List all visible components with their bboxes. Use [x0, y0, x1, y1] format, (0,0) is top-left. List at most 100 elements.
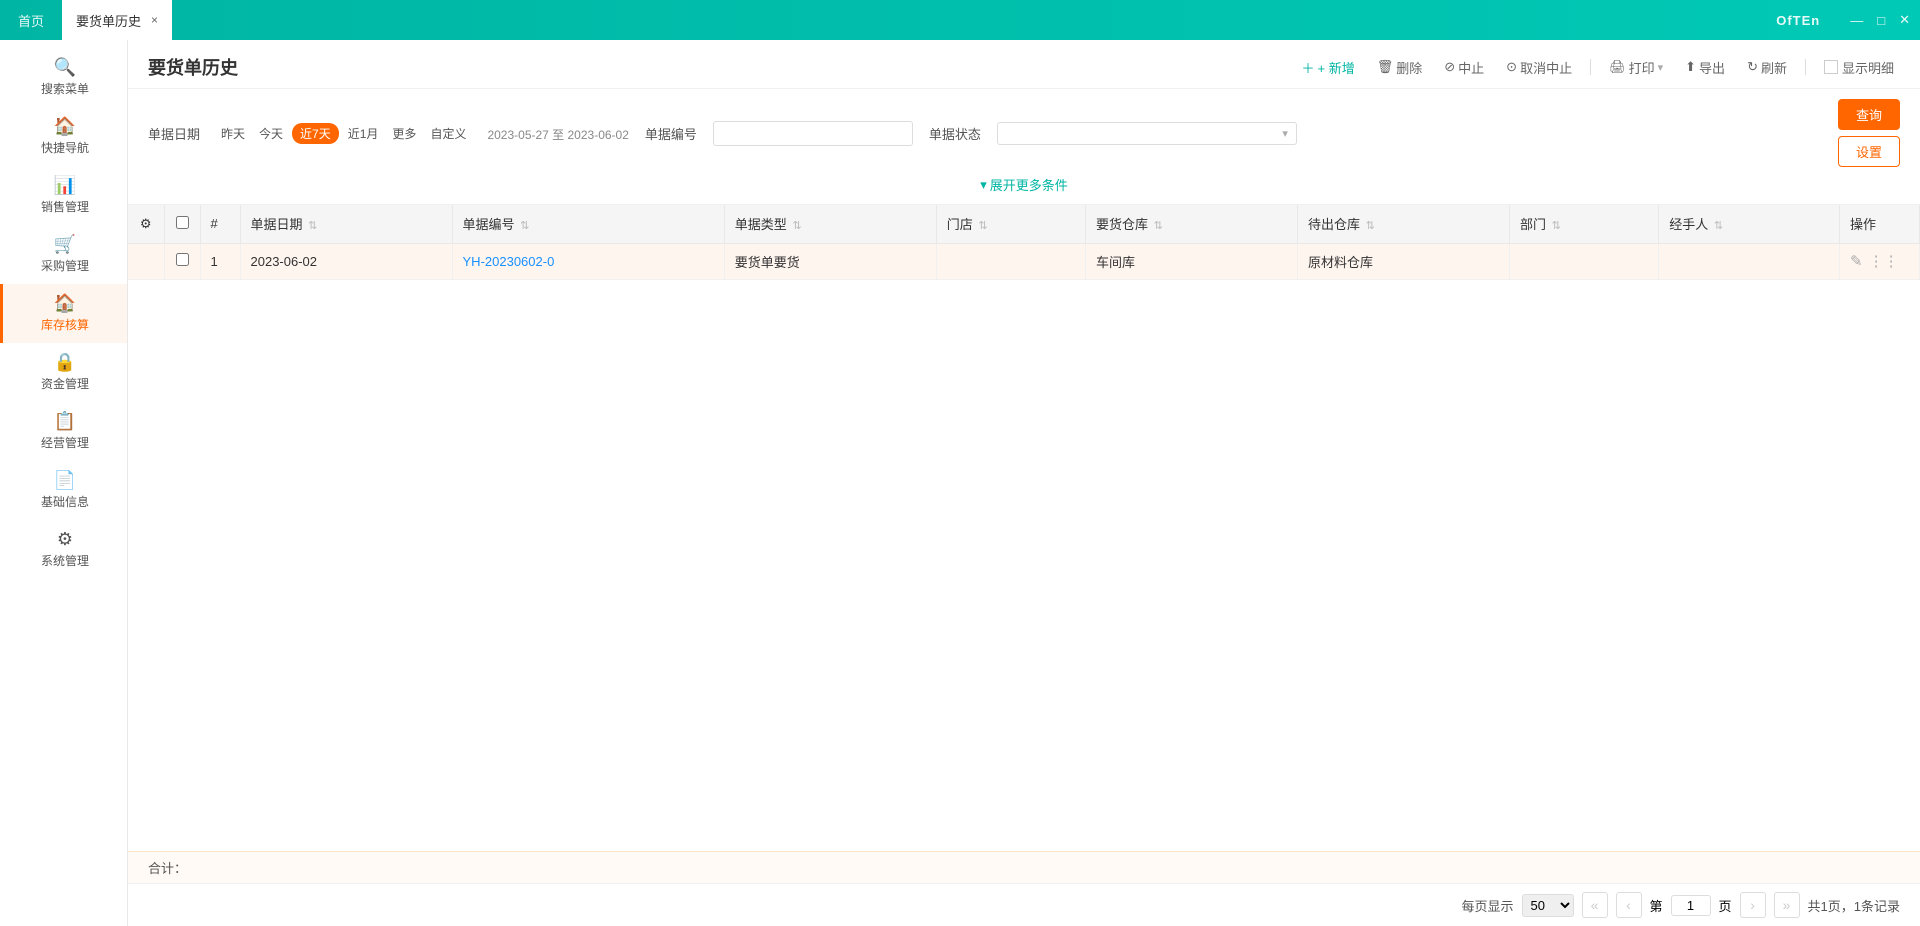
date-filter-label: 单据日期	[148, 124, 200, 143]
window-maximize-icon[interactable]: □	[1877, 13, 1885, 28]
td-store	[936, 243, 1085, 279]
th-date[interactable]: 单据日期 ⇅	[240, 205, 452, 243]
display-label: 显示明细	[1842, 58, 1894, 77]
pagination: 每页显示 50 100 200 « ‹ 第 页 › » 共1页，1条记录	[128, 883, 1920, 926]
th-bill-no[interactable]: 单据编号 ⇅	[452, 205, 724, 243]
sidebar-item-operations[interactable]: 📋 经营管理	[0, 402, 127, 461]
page-input[interactable]	[1671, 895, 1711, 916]
td-no: 1	[200, 243, 240, 279]
date-btn-today[interactable]: 今天	[254, 123, 288, 144]
th-check[interactable]	[164, 205, 200, 243]
date-btn-7days[interactable]: 近7天	[292, 123, 339, 144]
window-minimize-icon[interactable]: —	[1850, 13, 1863, 28]
delete-button[interactable]: 🗑 删除	[1371, 55, 1429, 80]
export-icon: ⬆	[1685, 59, 1696, 75]
refresh-label: 刷新	[1761, 58, 1787, 77]
sidebar-label-finance: 资金管理	[41, 375, 89, 392]
sidebar-item-quick-nav[interactable]: 🏠 快捷导航	[0, 107, 127, 166]
window-close-icon[interactable]: ✕	[1899, 12, 1910, 28]
td-bill-type: 要货单要货	[724, 243, 936, 279]
filter-area: 单据日期 昨天 今天 近7天 近1月 更多 自定义 2023-05-27 至 2…	[128, 89, 1920, 205]
date-btn-1month[interactable]: 近1月	[343, 123, 384, 144]
new-button[interactable]: ＋ + 新增	[1295, 55, 1360, 80]
edit-icon[interactable]: ✎	[1850, 252, 1863, 270]
first-page-button[interactable]: «	[1582, 892, 1608, 918]
th-req-warehouse[interactable]: 要货仓库 ⇅	[1085, 205, 1297, 243]
th-pending-warehouse[interactable]: 待出仓库 ⇅	[1298, 205, 1510, 243]
export-button[interactable]: ⬆ 导出	[1679, 55, 1731, 80]
sidebar-item-purchase[interactable]: 🛒 采购管理	[0, 225, 127, 284]
stop-button[interactable]: ⊘ 中止	[1438, 55, 1490, 80]
summary-label: 合计：	[148, 858, 187, 877]
td-bill-no: YH-20230602-0	[452, 243, 724, 279]
tab-close-icon[interactable]: ×	[151, 13, 158, 27]
more-icon[interactable]: ⋮⋮	[1869, 252, 1899, 270]
sidebar-label-operations: 经营管理	[41, 434, 89, 451]
expand-conditions-button[interactable]: ▾ 展开更多条件	[980, 175, 1068, 194]
top-bar-right: OfTEn — □ ✕	[1760, 12, 1920, 28]
sidebar-item-finance[interactable]: 🔒 资金管理	[0, 343, 127, 402]
th-handler[interactable]: 经手人 ⇅	[1659, 205, 1840, 243]
delete-label: 删除	[1396, 58, 1422, 77]
filter-action-buttons: 查询 设置	[1838, 99, 1900, 167]
search-icon: 🔍	[54, 58, 76, 76]
td-handler	[1659, 243, 1840, 279]
page-header: 要货单历史 ＋ + 新增 🗑 删除 ⊘ 中止 ⊙ 取消中止	[128, 40, 1920, 89]
td-check[interactable]	[164, 243, 200, 279]
bill-no-link[interactable]: YH-20230602-0	[463, 254, 555, 269]
prev-page-button[interactable]: ‹	[1616, 892, 1642, 918]
th-bill-type[interactable]: 单据类型 ⇅	[724, 205, 936, 243]
sidebar-label-search-menu: 搜索菜单	[41, 80, 89, 97]
date-btn-yesterday[interactable]: 昨天	[216, 123, 250, 144]
sort-bill-no-icon: ⇅	[520, 220, 529, 232]
inventory-icon: 🏠	[54, 294, 76, 312]
td-settings	[128, 243, 164, 279]
status-label: 单据状态	[929, 124, 981, 143]
print-icon: 🖨	[1609, 59, 1626, 75]
cancel-icon: ⊙	[1506, 59, 1517, 75]
per-page-select[interactable]: 50 100 200	[1522, 894, 1574, 917]
status-select[interactable]: ▾	[997, 122, 1297, 145]
display-detail-button[interactable]: 显示明细	[1818, 55, 1900, 80]
total-info: 共1页，1条记录	[1808, 896, 1900, 915]
refresh-button[interactable]: ↻ 刷新	[1741, 55, 1793, 80]
cancel-stop-button[interactable]: ⊙ 取消中止	[1500, 55, 1578, 80]
next-page-button[interactable]: ›	[1740, 892, 1766, 918]
chevron-down-icon: ▾	[1282, 127, 1288, 140]
td-pending-warehouse: 原材料仓库	[1298, 243, 1510, 279]
footer-summary: 合计：	[128, 851, 1920, 883]
last-page-button[interactable]: »	[1774, 892, 1800, 918]
sort-department-icon: ⇅	[1552, 220, 1561, 232]
tab-requisition-history[interactable]: 要货单历史 ×	[62, 0, 172, 40]
date-btn-more[interactable]: 更多	[387, 123, 421, 144]
sidebar-item-search-menu[interactable]: 🔍 搜索菜单	[0, 48, 127, 107]
date-btn-custom[interactable]: 自定义	[425, 123, 471, 144]
select-all-checkbox[interactable]	[176, 216, 189, 229]
sort-date-icon: ⇅	[308, 220, 317, 232]
date-filter-buttons: 昨天 今天 近7天 近1月 更多 自定义	[216, 123, 471, 144]
sort-store-icon: ⇅	[978, 220, 987, 232]
sidebar-item-basic-info[interactable]: 📄 基础信息	[0, 461, 127, 520]
print-button[interactable]: 🖨 打印 ▾	[1603, 55, 1669, 80]
th-department[interactable]: 部门 ⇅	[1510, 205, 1659, 243]
display-checkbox[interactable]	[1824, 60, 1838, 74]
filter-row-2: ▾ 展开更多条件	[148, 173, 1900, 194]
top-bar-tabs: 首页 要货单历史 ×	[0, 0, 172, 40]
settings-button[interactable]: 设置	[1838, 136, 1900, 167]
data-table: ⚙ # 单据日期 ⇅ 单据编号 ⇅	[128, 205, 1920, 280]
th-settings[interactable]: ⚙	[128, 205, 164, 243]
bill-no-input[interactable]	[713, 121, 913, 146]
sidebar-item-system[interactable]: ⚙ 系统管理	[0, 520, 127, 579]
table-row[interactable]: 1 2023-06-02 YH-20230602-0 要货单要货 车间库 原材料…	[128, 243, 1920, 279]
tab-home[interactable]: 首页	[0, 0, 62, 40]
sidebar-item-inventory[interactable]: 🏠 库存核算	[0, 284, 127, 343]
sort-req-warehouse-icon: ⇅	[1154, 220, 1163, 232]
row-checkbox[interactable]	[176, 253, 189, 266]
sort-bill-type-icon: ⇅	[792, 220, 801, 232]
sidebar: 🔍 搜索菜单 🏠 快捷导航 📊 销售管理 🛒 采购管理 🏠 库存核算 🔒 资金管…	[0, 40, 128, 926]
th-store[interactable]: 门店 ⇅	[936, 205, 1085, 243]
sales-icon: 📊	[54, 176, 76, 194]
sidebar-item-sales[interactable]: 📊 销售管理	[0, 166, 127, 225]
th-no: #	[200, 205, 240, 243]
query-button[interactable]: 查询	[1838, 99, 1900, 130]
